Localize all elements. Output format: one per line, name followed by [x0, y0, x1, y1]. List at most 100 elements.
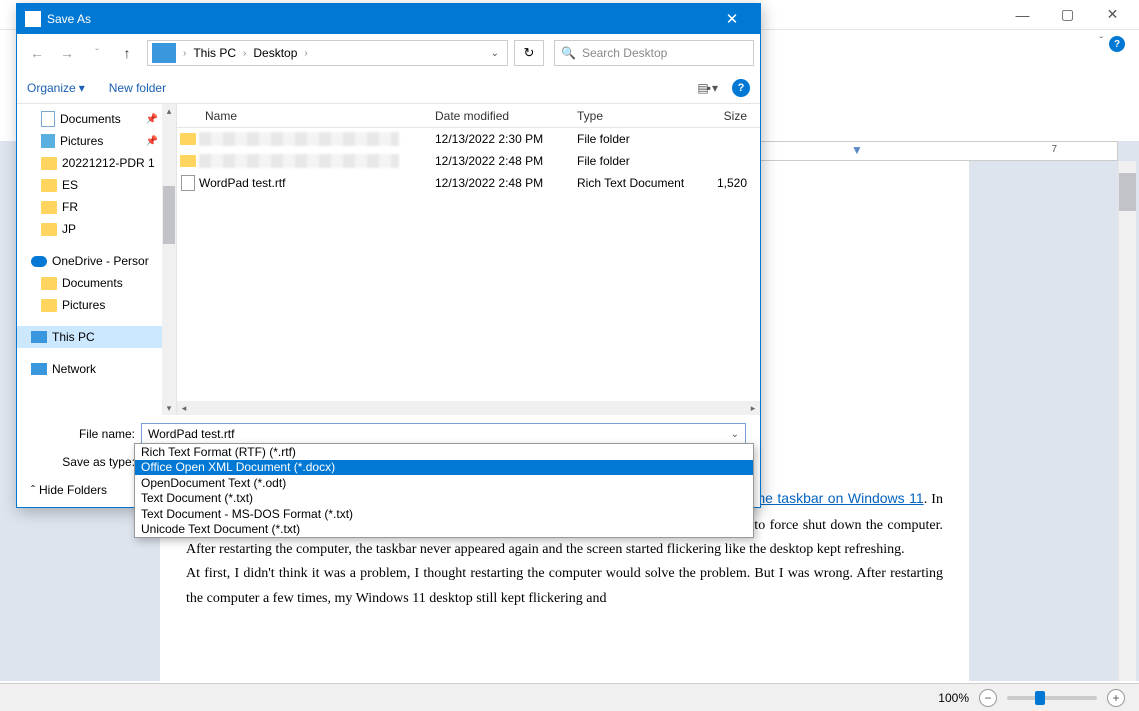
tree-item[interactable]: Documents📌 [17, 108, 176, 130]
col-type[interactable]: Type [577, 109, 697, 123]
tree-item[interactable]: Documents [17, 272, 176, 294]
filename-label: File name: [31, 427, 141, 441]
zoom-slider-thumb[interactable] [1035, 691, 1045, 705]
nav-tree: Documents📌Pictures📌20221212-PDR 1ESFRJP … [17, 104, 177, 415]
scroll-down-icon[interactable]: ▾ [162, 401, 176, 415]
type-option[interactable]: OpenDocument Text (*.odt) [135, 475, 753, 491]
organize-label: Organize [27, 81, 76, 95]
tree-item[interactable]: 20221212-PDR 1 [17, 152, 176, 174]
scroll-right-icon[interactable]: ▸ [746, 401, 760, 415]
type-option[interactable]: Rich Text Format (RTF) (*.rtf) [135, 444, 753, 460]
scroll-thumb[interactable] [163, 186, 175, 244]
chevron-right-icon[interactable]: › [240, 48, 249, 59]
saveastype-options-popup[interactable]: Rich Text Format (RTF) (*.rtf)Office Ope… [134, 443, 754, 538]
breadcrumb-desktop[interactable]: Desktop [249, 44, 301, 62]
filename-input[interactable]: WordPad test.rtf ⌄ [141, 423, 746, 445]
folder-icon [41, 223, 57, 236]
saveastype-label: Save as type: [31, 455, 141, 469]
tree-onedrive[interactable]: OneDrive - Persor [17, 250, 176, 272]
tree-label: Network [52, 362, 96, 376]
pc-icon [31, 331, 47, 343]
chevron-down-icon[interactable]: ⌄ [731, 429, 739, 440]
tree-label: 20221212-PDR 1 [62, 156, 155, 170]
file-date: 12/13/2022 2:30 PM [435, 132, 577, 146]
ruler-indent-icon[interactable]: ▼ [851, 143, 863, 157]
tree-this-pc[interactable]: This PC [17, 326, 176, 348]
recent-locations-button[interactable]: ˇ [83, 39, 111, 67]
folder-icon [41, 179, 57, 192]
chevron-right-icon[interactable]: › [301, 48, 310, 59]
file-row[interactable]: 12/13/2022 2:48 PMFile folder [177, 150, 760, 172]
column-headers[interactable]: Name Date modified Type Size [177, 104, 760, 128]
tree-scrollbar[interactable]: ▴ ▾ [162, 104, 176, 415]
back-button[interactable]: ← [23, 39, 51, 67]
vertical-scrollbar[interactable] [1118, 161, 1136, 681]
view-button[interactable]: ▤▪ ▾ [697, 81, 718, 95]
scroll-left-icon[interactable]: ◂ [177, 401, 191, 415]
refresh-button[interactable]: ↻ [514, 40, 544, 66]
scroll-up-icon[interactable]: ▴ [162, 104, 176, 118]
tree-label: This PC [52, 330, 95, 344]
folder-icon [180, 155, 196, 167]
maximize-button[interactable]: ▢ [1045, 1, 1090, 29]
filename-value: WordPad test.rtf [148, 427, 234, 441]
help-icon[interactable]: ? [1109, 36, 1125, 52]
close-button[interactable]: ✕ [1090, 1, 1135, 29]
file-date: 12/13/2022 2:48 PM [435, 176, 577, 190]
type-option[interactable]: Office Open XML Document (*.docx) [135, 460, 753, 476]
file-date: 12/13/2022 2:48 PM [435, 154, 577, 168]
pin-icon: 📌 [146, 136, 158, 147]
file-scrollbar[interactable]: ◂ ▸ [177, 401, 760, 415]
file-row[interactable]: 12/13/2022 2:30 PMFile folder [177, 128, 760, 150]
col-date[interactable]: Date modified [435, 109, 577, 123]
ribbon-chevron-icon[interactable]: ˇ [1100, 36, 1103, 47]
redacted-name [199, 132, 399, 146]
tree-item[interactable]: ES [17, 174, 176, 196]
new-folder-button[interactable]: New folder [109, 81, 166, 95]
file-type: File folder [577, 132, 697, 146]
zoom-in-button[interactable]: + [1107, 689, 1125, 707]
tree-label: OneDrive - Persor [52, 254, 149, 268]
type-option[interactable]: Text Document - MS-DOS Format (*.txt) [135, 506, 753, 522]
organize-button[interactable]: Organize ▾ [27, 81, 85, 95]
file-row[interactable]: WordPad test.rtf12/13/2022 2:48 PMRich T… [177, 172, 760, 194]
type-option[interactable]: Text Document (*.txt) [135, 491, 753, 507]
address-bar[interactable]: › This PC › Desktop › ⌄ [147, 40, 508, 66]
chevron-down-icon: ▾ [79, 81, 85, 95]
dialog-titlebar[interactable]: Save As ✕ [17, 4, 760, 34]
forward-button[interactable]: → [53, 39, 81, 67]
redacted-name [199, 154, 399, 168]
address-dropdown-icon[interactable]: ⌄ [483, 48, 507, 59]
tree-label: FR [62, 200, 78, 214]
tree-item[interactable]: Pictures📌 [17, 130, 176, 152]
dialog-close-button[interactable]: ✕ [712, 4, 752, 34]
toolbar: Organize ▾ New folder ▤▪ ▾ ? [17, 72, 760, 104]
chevron-right-icon[interactable]: › [180, 48, 189, 59]
type-option[interactable]: Unicode Text Document (*.txt) [135, 522, 753, 538]
tree-label: ES [62, 178, 78, 192]
pc-icon [152, 43, 176, 63]
tree-item[interactable]: Pictures [17, 294, 176, 316]
folder-icon [180, 133, 196, 145]
minimize-button[interactable]: — [1000, 1, 1045, 29]
folder-icon [41, 201, 57, 214]
tree-network[interactable]: Network [17, 358, 176, 380]
search-input[interactable]: 🔍 Search Desktop [554, 40, 754, 66]
view-icon: ▤▪ [697, 81, 709, 95]
help-button[interactable]: ? [732, 79, 750, 97]
tree-item[interactable]: FR [17, 196, 176, 218]
breadcrumb-this-pc[interactable]: This PC [189, 44, 240, 62]
col-name[interactable]: Name [177, 109, 435, 123]
col-size[interactable]: Size [697, 109, 747, 123]
up-button[interactable]: ↑ [113, 39, 141, 67]
chevron-up-icon: ˆ [31, 483, 35, 497]
file-type: File folder [577, 154, 697, 168]
tree-label: Pictures [62, 298, 105, 312]
zoom-slider[interactable] [1007, 696, 1097, 700]
tree-item[interactable]: JP [17, 218, 176, 240]
scroll-thumb[interactable] [1119, 173, 1136, 211]
hide-folders-button[interactable]: ˆ Hide Folders [31, 483, 107, 497]
network-icon [31, 363, 47, 375]
search-icon: 🔍 [561, 46, 576, 60]
zoom-out-button[interactable]: − [979, 689, 997, 707]
